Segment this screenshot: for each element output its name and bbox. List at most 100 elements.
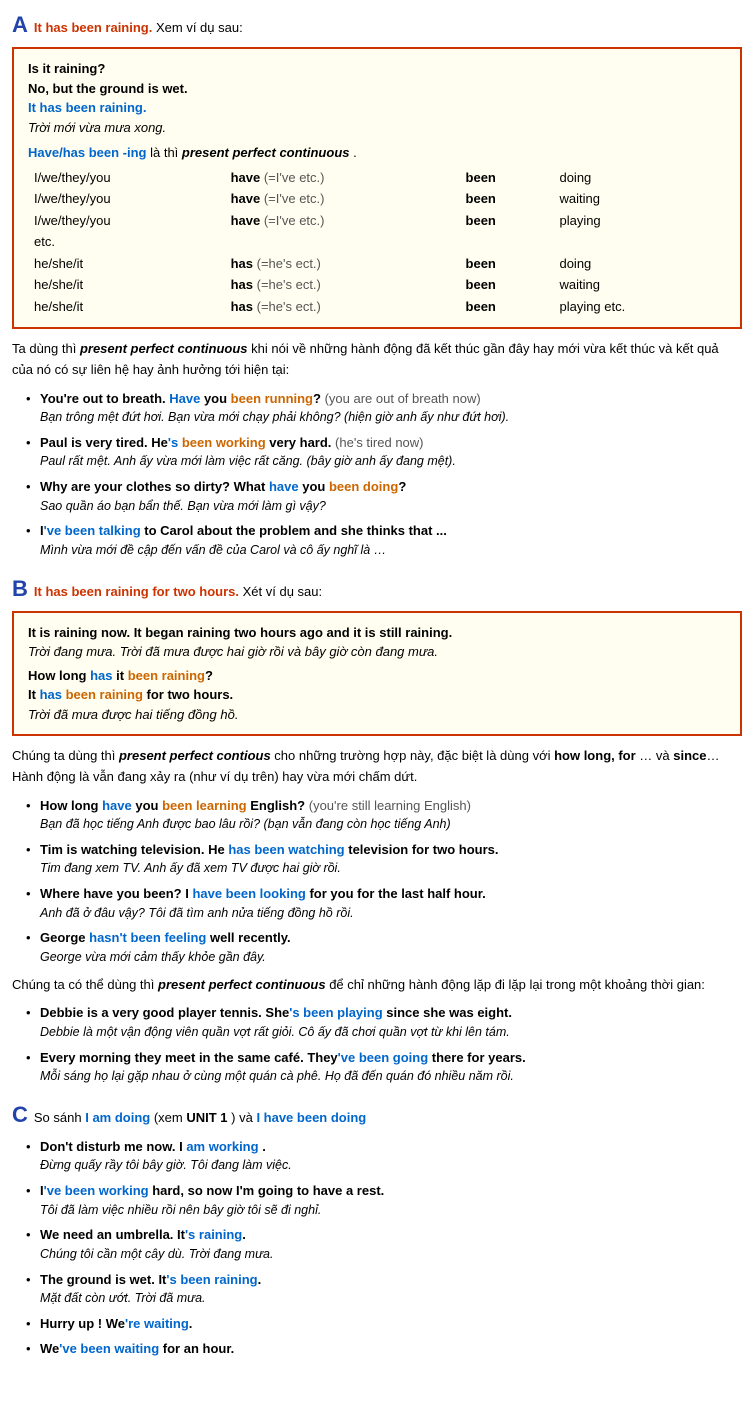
section-c-unit: UNIT 1 [186, 1110, 227, 1125]
been-cell: been [460, 210, 554, 232]
box-a-line4: Trời mới vừa mưa xong. [28, 118, 726, 138]
aux-cell: has (=he's ect.) [225, 274, 460, 296]
section-a-title-normal: Xem ví dụ sau: [156, 20, 243, 35]
list-item: How long have you been learning English?… [26, 796, 742, 834]
section-a: A It has been raining. Xem ví dụ sau: Is… [12, 8, 742, 560]
subj-cell: I/we/they/you [28, 167, 225, 189]
section-b: B It has been raining for two hours. Xét… [12, 572, 742, 1086]
box-a-have-ing: Have/has been -ing [28, 145, 146, 160]
list-item: Paul is very tired. He's been working ve… [26, 433, 742, 471]
section-b-title: It has been raining for two hours. Xét v… [34, 582, 322, 602]
bullet-sentence: Paul is very tired. He's been working ve… [40, 435, 331, 450]
subj-cell: he/she/it [28, 253, 225, 275]
table-row: I/we/they/you have (=I've etc.) been doi… [28, 167, 726, 189]
etc-cell: etc. [28, 231, 726, 253]
bullet-sentence: How long have you been learning English? [40, 798, 305, 813]
bullet-sentence: Debbie is a very good player tennis. She… [40, 1005, 512, 1020]
para-b-rest1: cho những trường hợp này, đặc biệt là dù… [271, 748, 554, 763]
box-a-dot: . [353, 145, 357, 160]
box-b-line5: Trời đã mưa được hai tiếng đồng hồ. [28, 705, 726, 725]
box-a-line1: Is it raining? [28, 59, 726, 79]
list-item: George hasn't been feeling well recently… [26, 928, 742, 966]
section-b-title-highlight: It has been raining for two hours. [34, 584, 239, 599]
list-item: Tim is watching television. He has been … [26, 840, 742, 878]
aux-cell: have (=I've etc.) [225, 210, 460, 232]
bullet-sentence: The ground is wet. It's been raining. [40, 1272, 261, 1287]
bullet-viet: Mình vừa mới đề cập đến vấn đề của Carol… [40, 541, 742, 560]
bullet-viet: Mặt đất còn ướt. Trời đã mưa. [40, 1289, 742, 1308]
para-b-rest2: … và [636, 748, 674, 763]
para-a-grammar: present perfect continuous [80, 341, 248, 356]
list-item: I've been talking to Carol about the pro… [26, 521, 742, 559]
bullet-sentence: Hurry up ! We're waiting. [40, 1316, 192, 1331]
section-b-para2: Chúng ta có thể dùng thì present perfect… [12, 975, 742, 996]
box-a-viet: Trời mới vừa mưa xong. [28, 120, 166, 135]
been-cell: been [460, 274, 554, 296]
been-cell: been [460, 253, 554, 275]
section-c: C So sánh I am doing (xem UNIT 1 ) và I … [12, 1098, 742, 1359]
bullet-sentence: I've been talking to Carol about the pro… [40, 523, 447, 538]
section-c-pre: So sánh [34, 1110, 85, 1125]
box-a-line2: No, but the ground is wet. [28, 79, 726, 99]
list-item: I've been working hard, so now I'm going… [26, 1181, 742, 1219]
table-row: he/she/it has (=he's ect.) been doing [28, 253, 726, 275]
section-b-bullets: How long have you been learning English?… [26, 796, 742, 967]
bullet-sentence: I've been working hard, so now I'm going… [40, 1183, 384, 1198]
box-b-howlong: How long has it been raining? [28, 668, 213, 683]
list-item: Where have you been? I have been looking… [26, 884, 742, 922]
bullet-sentence: Every morning they meet in the same café… [40, 1050, 526, 1065]
section-c-ihave: I have been doing [256, 1110, 366, 1125]
box-b-answer: It has been raining for two hours. [28, 687, 233, 702]
bullet-viet: Bạn trông mệt đứt hơi. Bạn vừa mới chạy … [40, 408, 742, 427]
list-item: Every morning they meet in the same café… [26, 1048, 742, 1086]
list-item: Why are your clothes so dirty? What have… [26, 477, 742, 515]
table-row: I/we/they/you have (=I've etc.) been wai… [28, 188, 726, 210]
bullet-sentence: Don't disturb me now. I am working . [40, 1139, 266, 1154]
table-row: I/we/they/you have (=I've etc.) been pla… [28, 210, 726, 232]
section-a-header: A It has been raining. Xem ví dụ sau: [12, 8, 742, 41]
box-b-line1: It is raining now. It began raining two … [28, 623, 726, 643]
grammar-table: I/we/they/you have (=I've etc.) been doi… [28, 167, 726, 318]
subj-cell: he/she/it [28, 274, 225, 296]
section-b-letter: B [12, 572, 28, 605]
box-b-line3: How long has it been raining? [28, 666, 726, 686]
subj-cell: I/we/they/you [28, 210, 225, 232]
been-cell: been [460, 167, 554, 189]
section-b-header: B It has been raining for two hours. Xét… [12, 572, 742, 605]
section-c-mid2: ) và [231, 1110, 256, 1125]
list-item: We've been waiting for an hour. [26, 1339, 742, 1359]
bullet-viet: Chúng tôi cần một cây dù. Trời đang mưa. [40, 1245, 742, 1264]
box-a-line3-text: It has been raining. [28, 100, 146, 115]
bullet-viet: Anh đã ở đâu vậy? Tôi đã tìm anh nửa tiế… [40, 904, 742, 923]
section-c-mid1: (xem [154, 1110, 187, 1125]
bullet-viet: George vừa mới cảm thấy khỏe gần đây. [40, 948, 742, 967]
section-a-box: Is it raining? No, but the ground is wet… [12, 47, 742, 329]
subj-cell: he/she/it [28, 296, 225, 318]
bullet-sentence: We need an umbrella. It's raining. [40, 1227, 246, 1242]
aux-cell: have (=I've etc.) [225, 188, 460, 210]
table-row-etc: etc. [28, 231, 726, 253]
section-b-box: It is raining now. It began raining two … [12, 611, 742, 737]
bullet-sentence: Where have you been? I have been looking… [40, 886, 486, 901]
para-b2-grammar: present perfect continuous [158, 977, 326, 992]
aux-cell: have (=I've etc.) [225, 167, 460, 189]
para-b2-pre: Chúng ta có thể dùng thì [12, 977, 158, 992]
section-a-title: It has been raining. Xem ví dụ sau: [34, 18, 243, 38]
section-b-bullets2: Debbie is a very good player tennis. She… [26, 1003, 742, 1086]
box-a-line5: Have/has been -ing là thì present perfec… [28, 143, 726, 163]
section-a-para: Ta dùng thì present perfect continuous k… [12, 339, 742, 381]
table-row: he/she/it has (=he's ect.) been playing … [28, 296, 726, 318]
bullet-sentence: You're out to breath. Have you been runn… [40, 391, 321, 406]
box-b-line2: Trời đang mưa. Trời đã mưa được hai giờ … [28, 642, 726, 662]
bullet-viet: Debbie là một vận động viên quần vợt rất… [40, 1023, 742, 1042]
bullet-viet: Paul rất mệt. Anh ấy vừa mới làm việc rấ… [40, 452, 742, 471]
section-c-title: So sánh I am doing (xem UNIT 1 ) và I ha… [34, 1108, 366, 1128]
section-b-title-normal: Xét ví dụ sau: [243, 584, 323, 599]
list-item: The ground is wet. It's been raining. Mặ… [26, 1270, 742, 1308]
list-item: We need an umbrella. It's raining. Chúng… [26, 1225, 742, 1263]
list-item: You're out to breath. Have you been runn… [26, 389, 742, 427]
bullet-viet: Đừng quấy rầy tôi bây giờ. Tôi đang làm … [40, 1156, 742, 1175]
bullet-viet: Sao quần áo bạn bẩn thế. Bạn vừa mới làm… [40, 497, 742, 516]
verb-cell: playing [553, 210, 726, 232]
bullet-viet: Bạn đã học tiếng Anh được bao lâu rồi? (… [40, 815, 742, 834]
